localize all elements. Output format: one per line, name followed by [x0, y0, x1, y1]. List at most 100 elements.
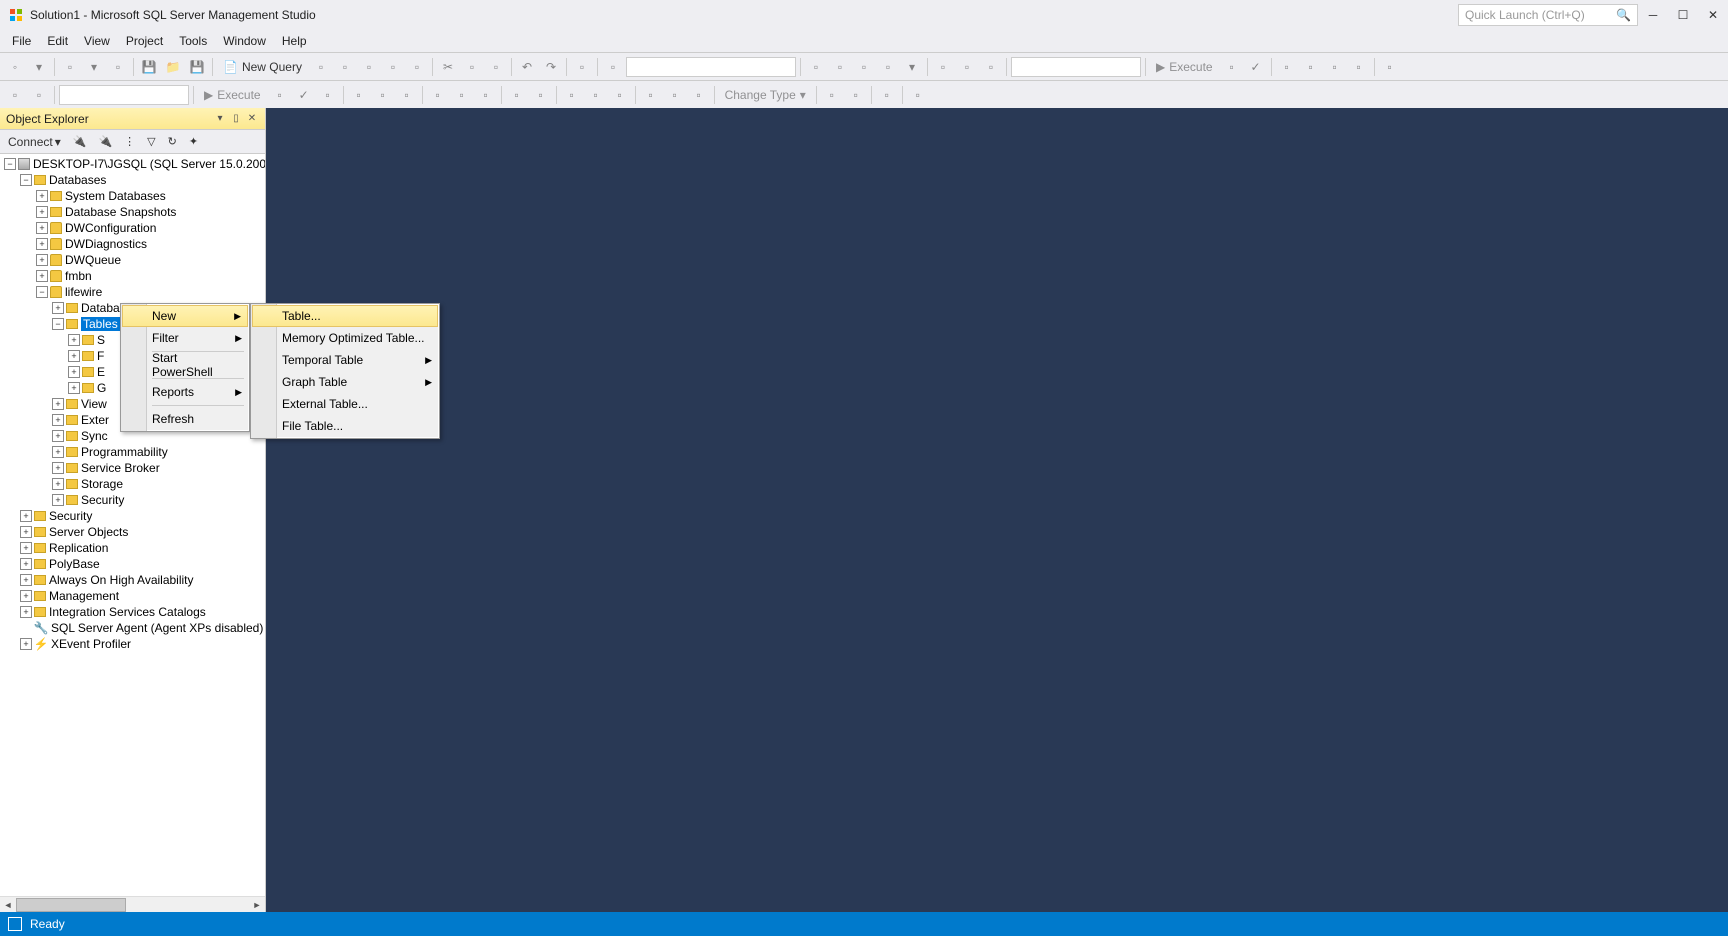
t2-icon-14[interactable]: ▫: [561, 84, 583, 106]
close-button[interactable]: ✕: [1698, 0, 1728, 30]
new-icon[interactable]: ▫: [59, 56, 81, 78]
open-folder-icon[interactable]: 📁: [162, 56, 184, 78]
pin-icon[interactable]: ▯: [229, 112, 243, 126]
t2-icon-4[interactable]: ✓: [293, 84, 315, 106]
tree-integration-services[interactable]: + Integration Services Catalogs: [0, 604, 265, 620]
tree-service-broker[interactable]: + Service Broker: [0, 460, 265, 476]
cm-item-start-powershell[interactable]: Start PowerShell: [122, 354, 248, 376]
icon-13[interactable]: ▫: [932, 56, 954, 78]
tree-system-databases[interactable]: + System Databases: [0, 188, 265, 204]
tree-lifewire[interactable]: − lifewire: [0, 284, 265, 300]
icon-3[interactable]: ▫: [358, 56, 380, 78]
tree-server[interactable]: − DESKTOP-I7\JGSQL (SQL Server 15.0.2000…: [0, 156, 265, 172]
expand-icon[interactable]: +: [52, 398, 64, 410]
t2-icon-23[interactable]: ▫: [907, 84, 929, 106]
cut-icon[interactable]: ✂: [437, 56, 459, 78]
collapse-icon[interactable]: −: [52, 318, 64, 330]
tree-xevent[interactable]: + ⚡ XEvent Profiler: [0, 636, 265, 652]
execute-button-1[interactable]: ▶ Execute: [198, 86, 267, 104]
expand-icon[interactable]: +: [36, 222, 48, 234]
expand-icon[interactable]: +: [52, 462, 64, 474]
t2-icon-7[interactable]: ▫: [372, 84, 394, 106]
oe-close-icon[interactable]: ✕: [245, 112, 259, 126]
undo-icon[interactable]: ↶: [516, 56, 538, 78]
toolbar-combo-1[interactable]: [626, 57, 796, 77]
expand-icon[interactable]: +: [52, 446, 64, 458]
icon-22[interactable]: ▫: [1379, 56, 1401, 78]
expand-icon[interactable]: +: [36, 190, 48, 202]
icon-18[interactable]: ▫: [1276, 56, 1298, 78]
tree-polybase[interactable]: + PolyBase: [0, 556, 265, 572]
filter-icon[interactable]: ▽: [143, 133, 159, 150]
expand-icon[interactable]: +: [36, 254, 48, 266]
scroll-right-icon[interactable]: ►: [249, 898, 265, 912]
icon-1[interactable]: ▫: [310, 56, 332, 78]
expand-icon[interactable]: +: [68, 366, 80, 378]
t2-icon-19[interactable]: ▫: [688, 84, 710, 106]
tree-programmability[interactable]: + Programmability: [0, 444, 265, 460]
collapse-icon[interactable]: −: [4, 158, 16, 170]
icon-8[interactable]: ▫: [805, 56, 827, 78]
t2-icon-1[interactable]: ▫: [4, 84, 26, 106]
t2-icon-6[interactable]: ▫: [348, 84, 370, 106]
save-icon[interactable]: ▫: [107, 56, 129, 78]
oe-tb-icon-4[interactable]: ✦: [185, 133, 202, 150]
t2-icon-16[interactable]: ▫: [609, 84, 631, 106]
tree-databases[interactable]: − Databases: [0, 172, 265, 188]
connect-button[interactable]: Connect ▾: [4, 133, 65, 151]
save2-icon[interactable]: 💾: [186, 56, 208, 78]
quick-launch-input[interactable]: Quick Launch (Ctrl+Q) 🔍: [1458, 4, 1638, 26]
t2-icon-13[interactable]: ▫: [530, 84, 552, 106]
expand-icon[interactable]: +: [20, 510, 32, 522]
tree-server-objects[interactable]: + Server Objects: [0, 524, 265, 540]
expand-icon[interactable]: +: [36, 206, 48, 218]
t2-icon-18[interactable]: ▫: [664, 84, 686, 106]
tree-fmbn[interactable]: + fmbn: [0, 268, 265, 284]
t2-icon-2[interactable]: ▫: [28, 84, 50, 106]
expand-icon[interactable]: +: [20, 574, 32, 586]
t2-icon-3[interactable]: ▫: [269, 84, 291, 106]
menu-file[interactable]: File: [4, 31, 39, 51]
cm-item-file-table[interactable]: File Table...: [252, 415, 438, 437]
icon-20[interactable]: ▫: [1324, 56, 1346, 78]
menu-help[interactable]: Help: [274, 31, 315, 51]
tree-dwconfiguration[interactable]: + DWConfiguration: [0, 220, 265, 236]
new-query-button[interactable]: 📄 New Query: [217, 58, 308, 76]
expand-icon[interactable]: +: [20, 638, 32, 650]
refresh-icon[interactable]: ↻: [164, 133, 181, 150]
cm-item-memory-optimized[interactable]: Memory Optimized Table...: [252, 327, 438, 349]
cm-item-table[interactable]: Table...: [252, 305, 438, 327]
expand-icon[interactable]: +: [36, 238, 48, 250]
cm-item-filter[interactable]: Filter ▶: [122, 327, 248, 349]
menu-view[interactable]: View: [76, 31, 118, 51]
icon-2[interactable]: ▫: [334, 56, 356, 78]
icon-10[interactable]: ▫: [853, 56, 875, 78]
menu-window[interactable]: Window: [215, 31, 274, 51]
object-explorer-tree[interactable]: − DESKTOP-I7\JGSQL (SQL Server 15.0.2000…: [0, 154, 265, 896]
cm-item-graph[interactable]: Graph Table ▶: [252, 371, 438, 393]
expand-icon[interactable]: +: [52, 430, 64, 442]
t2-icon-10[interactable]: ▫: [451, 84, 473, 106]
tree-security-inner[interactable]: + Security: [0, 492, 265, 508]
t2-icon-20[interactable]: ▫: [821, 84, 843, 106]
t2-icon-8[interactable]: ▫: [396, 84, 418, 106]
icon-15[interactable]: ▫: [980, 56, 1002, 78]
maximize-button[interactable]: ☐: [1668, 0, 1698, 30]
paste-icon[interactable]: ▫: [485, 56, 507, 78]
t2-icon-5[interactable]: ▫: [317, 84, 339, 106]
open-icon[interactable]: ▾: [83, 56, 105, 78]
icon-19[interactable]: ▫: [1300, 56, 1322, 78]
scroll-left-icon[interactable]: ◄: [0, 898, 16, 912]
expand-icon[interactable]: +: [20, 606, 32, 618]
expand-icon[interactable]: +: [36, 270, 48, 282]
tree-management[interactable]: + Management: [0, 588, 265, 604]
expand-icon[interactable]: +: [68, 334, 80, 346]
icon-16[interactable]: ▫: [1221, 56, 1243, 78]
expand-icon[interactable]: +: [20, 558, 32, 570]
expand-icon[interactable]: +: [52, 494, 64, 506]
tree-storage[interactable]: + Storage: [0, 476, 265, 492]
t2-icon-21[interactable]: ▫: [845, 84, 867, 106]
oe-dropdown-icon[interactable]: ▾: [213, 112, 227, 126]
tree-database-snapshots[interactable]: + Database Snapshots: [0, 204, 265, 220]
collapse-icon[interactable]: −: [20, 174, 32, 186]
